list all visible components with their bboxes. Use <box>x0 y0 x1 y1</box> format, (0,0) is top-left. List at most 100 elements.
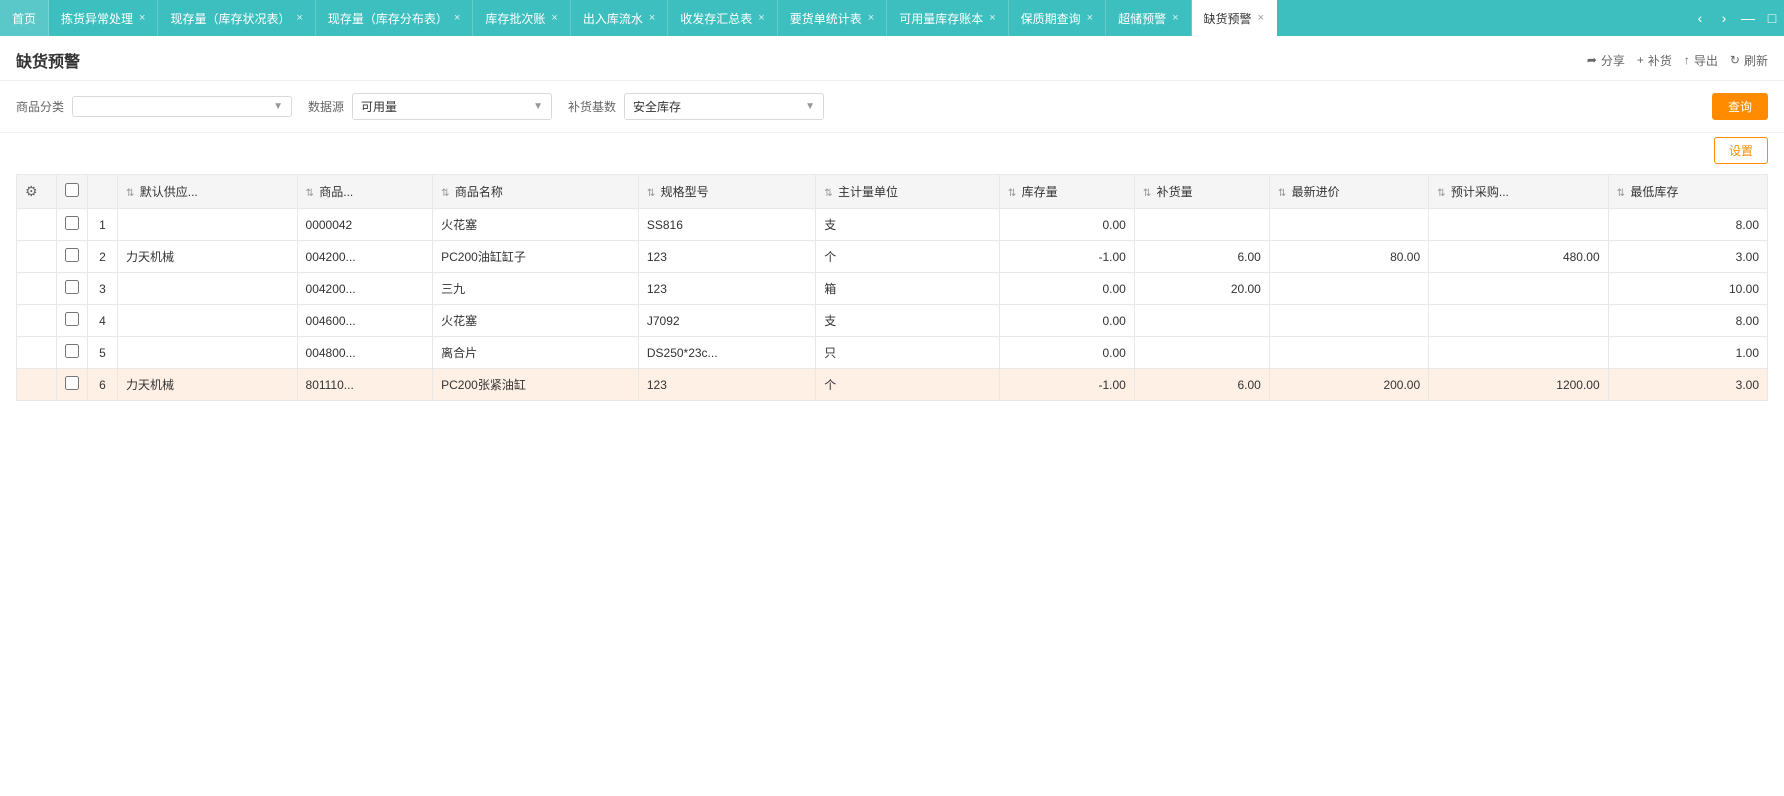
replenish-icon: + <box>1637 53 1644 67</box>
maximize-button[interactable]: □ <box>1760 10 1784 26</box>
tab-inout-flow[interactable]: 出入库流水 × <box>571 0 668 36</box>
row-checkbox[interactable] <box>65 344 79 358</box>
close-icon[interactable]: × <box>551 12 557 24</box>
row-unit: 只 <box>816 337 1000 369</box>
close-icon[interactable]: × <box>868 12 874 24</box>
sort-icon: ⇅ <box>647 188 655 199</box>
tab-label: 现存量（库存状况表） <box>170 10 290 27</box>
tab-label: 收发存汇总表 <box>680 10 752 27</box>
share-icon: ➦ <box>1587 53 1597 67</box>
sort-icon: ⇅ <box>441 188 449 199</box>
tab-next-button[interactable]: › <box>1712 10 1736 26</box>
row-checkbox[interactable] <box>65 376 79 390</box>
share-button[interactable]: ➦ 分享 <box>1587 52 1625 69</box>
tab-bar: 首页 拣货异常处理 × 现存量（库存状况表） × 现存量（库存分布表） × 库存… <box>0 0 1784 36</box>
table-row: 4 004600... 火花塞 J7092 支 0.00 8.00 <box>17 305 1768 337</box>
row-min-stock: 3.00 <box>1608 369 1767 401</box>
tab-current-stock-status[interactable]: 现存量（库存状况表） × <box>158 0 315 36</box>
setting-button[interactable]: 设置 <box>1714 137 1768 164</box>
data-source-filter: 数据源 可用量 ▼ <box>308 93 552 120</box>
tab-expiry-query[interactable]: 保质期查询 × <box>1009 0 1106 36</box>
row-settings <box>17 305 57 337</box>
col-product-name[interactable]: ⇅ 商品名称 <box>433 175 639 209</box>
row-product-code: 004200... <box>297 273 433 305</box>
refresh-button[interactable]: ↻ 刷新 <box>1730 52 1768 69</box>
sort-icon: ⇅ <box>1437 188 1445 199</box>
tab-current-stock-dist[interactable]: 现存量（库存分布表） × <box>316 0 473 36</box>
tab-home[interactable]: 首页 <box>0 0 49 36</box>
tab-label: 可用量库存账本 <box>899 10 983 27</box>
row-settings <box>17 369 57 401</box>
tab-prev-button[interactable]: ‹ <box>1688 10 1712 26</box>
close-icon[interactable]: × <box>989 12 995 24</box>
row-checkbox[interactable] <box>65 216 79 230</box>
col-spec[interactable]: ⇅ 规格型号 <box>638 175 815 209</box>
tab-requisition-stats[interactable]: 要货单统计表 × <box>778 0 887 36</box>
row-replenish-qty <box>1134 209 1269 241</box>
row-spec: 123 <box>638 369 815 401</box>
col-min-stock[interactable]: ⇅ 最低库存 <box>1608 175 1767 209</box>
table-row: 6 力天机械 801110... PC200张紧油缸 123 个 -1.00 6… <box>17 369 1768 401</box>
close-icon[interactable]: × <box>1172 12 1178 24</box>
col-latest-price[interactable]: ⇅ 最新进价 <box>1269 175 1428 209</box>
share-label: 分享 <box>1601 52 1625 69</box>
close-icon[interactable]: × <box>758 12 764 24</box>
row-checkbox-cell <box>57 369 88 401</box>
replenish-base-label: 补货基数 <box>568 98 616 115</box>
col-default-supplier[interactable]: ⇅ 默认供应... <box>118 175 298 209</box>
row-spec: 123 <box>638 273 815 305</box>
row-index: 1 <box>88 209 118 241</box>
minimize-button[interactable]: — <box>1736 10 1760 26</box>
tab-shortage-warning[interactable]: 缺货预警 × <box>1192 0 1277 36</box>
col-replenish-qty[interactable]: ⇅ 补货量 <box>1134 175 1269 209</box>
refresh-label: 刷新 <box>1744 52 1768 69</box>
row-replenish-qty: 6.00 <box>1134 369 1269 401</box>
export-button[interactable]: ↑ 导出 <box>1684 52 1718 69</box>
tab-receive-summary[interactable]: 收发存汇总表 × <box>668 0 777 36</box>
row-stock: 0.00 <box>999 337 1134 369</box>
row-checkbox-cell <box>57 241 88 273</box>
gear-icon[interactable]: ⚙ <box>25 183 38 199</box>
col-unit[interactable]: ⇅ 主计量单位 <box>816 175 1000 209</box>
sort-icon: ⇅ <box>1617 188 1625 199</box>
tab-overstock-warning[interactable]: 超储预警 × <box>1106 0 1191 36</box>
tab-picking-exception[interactable]: 拣货异常处理 × <box>49 0 158 36</box>
replenish-base-select[interactable]: 安全库存 ▼ <box>624 93 824 120</box>
table-row: 2 力天机械 004200... PC200油缸缸子 123 个 -1.00 6… <box>17 241 1768 273</box>
row-latest-price <box>1269 305 1428 337</box>
tab-available-ledger[interactable]: 可用量库存账本 × <box>887 0 1008 36</box>
sort-icon: ⇅ <box>1008 188 1016 199</box>
close-icon[interactable]: × <box>296 12 302 24</box>
row-supplier: 力天机械 <box>118 369 298 401</box>
data-source-select[interactable]: 可用量 ▼ <box>352 93 552 120</box>
row-checkbox-cell <box>57 209 88 241</box>
close-icon[interactable]: × <box>139 12 145 24</box>
tab-batch-account[interactable]: 库存批次账 × <box>473 0 570 36</box>
row-checkbox[interactable] <box>65 280 79 294</box>
col-index <box>88 175 118 209</box>
row-product-code: 004200... <box>297 241 433 273</box>
col-stock[interactable]: ⇅ 库存量 <box>999 175 1134 209</box>
col-settings[interactable]: ⚙ <box>17 175 57 209</box>
sort-icon: ⇅ <box>1278 188 1286 199</box>
row-product-code: 0000042 <box>297 209 433 241</box>
col-est-purchase[interactable]: ⇅ 预计采购... <box>1429 175 1609 209</box>
row-checkbox[interactable] <box>65 312 79 326</box>
close-icon[interactable]: × <box>649 12 655 24</box>
replenish-button[interactable]: + 补货 <box>1637 52 1672 69</box>
close-icon[interactable]: × <box>1087 12 1093 24</box>
row-index: 3 <box>88 273 118 305</box>
row-latest-price: 200.00 <box>1269 369 1428 401</box>
row-stock: -1.00 <box>999 241 1134 273</box>
col-product-code[interactable]: ⇅ 商品... <box>297 175 433 209</box>
query-button[interactable]: 查询 <box>1712 93 1768 120</box>
export-icon: ↑ <box>1684 53 1690 67</box>
product-category-select[interactable]: ▼ <box>72 96 292 117</box>
row-replenish-qty <box>1134 337 1269 369</box>
close-icon[interactable]: × <box>454 12 460 24</box>
select-all-checkbox[interactable] <box>65 183 79 197</box>
row-settings <box>17 273 57 305</box>
close-icon[interactable]: × <box>1258 12 1264 24</box>
row-checkbox[interactable] <box>65 248 79 262</box>
page-content: 缺货预警 ➦ 分享 + 补货 ↑ 导出 ↻ 刷新 商品分类 <box>0 36 1784 796</box>
